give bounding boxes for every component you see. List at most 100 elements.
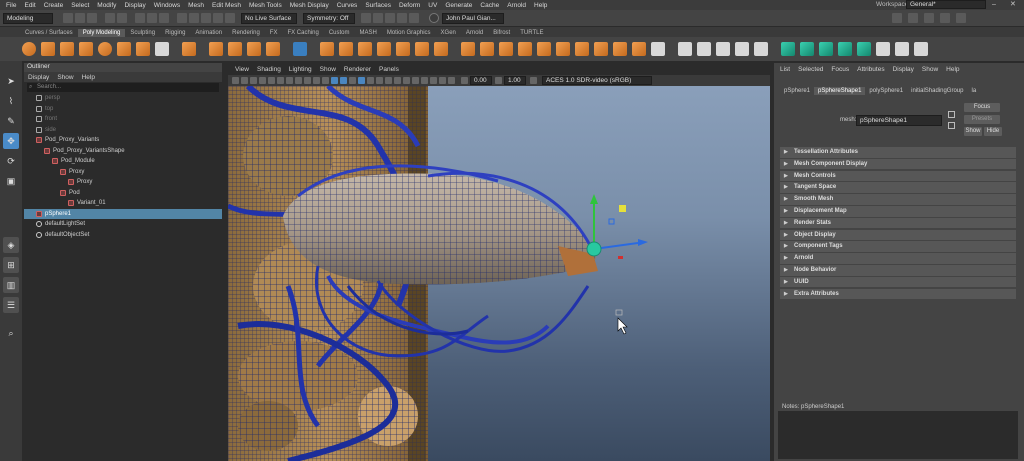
field-chart-icon[interactable] — [304, 77, 311, 84]
ae-section-mesh-controls[interactable]: Mesh Controls — [780, 170, 1016, 182]
history-icon[interactable] — [361, 13, 371, 23]
wireframe-icon[interactable] — [331, 77, 338, 84]
tools-icon[interactable] — [914, 42, 928, 56]
view-transform-select[interactable]: ACES 1.0 SDR-video (sRGB) — [542, 76, 652, 85]
new-scene-icon[interactable] — [63, 13, 73, 23]
poly-sphere-icon[interactable] — [22, 42, 36, 56]
ae-section-render-stats[interactable]: Render Stats — [780, 217, 1016, 229]
menu-uv[interactable]: UV — [424, 2, 441, 9]
shelf-tab-fx[interactable]: FX — [265, 29, 283, 37]
safe-title-icon[interactable] — [322, 77, 329, 84]
poke-icon[interactable] — [499, 42, 513, 56]
render-icon[interactable] — [373, 13, 383, 23]
poly-disc-icon[interactable] — [136, 42, 150, 56]
combine-icon[interactable] — [209, 42, 223, 56]
shelf-tab-rigging[interactable]: Rigging — [160, 29, 190, 37]
rotate-tool-icon[interactable]: ⟳ — [3, 153, 19, 169]
anti-aliasing-icon[interactable] — [403, 77, 410, 84]
menu-curves[interactable]: Curves — [333, 2, 362, 9]
ambient-occlusion-icon[interactable] — [385, 77, 392, 84]
menu-edit-mesh[interactable]: Edit Mesh — [208, 2, 245, 9]
ae-tab-psphere1[interactable]: pSphere1 — [780, 87, 814, 95]
four-pane-layout-icon[interactable]: ⊞ — [3, 257, 19, 273]
snap-surface-icon[interactable] — [225, 13, 235, 23]
ae-section-node-behavior[interactable]: Node Behavior — [780, 265, 1016, 276]
undo-icon[interactable] — [105, 13, 115, 23]
focus-button[interactable]: Focus — [964, 103, 1000, 112]
outliner-layout-icon[interactable]: ☰ — [3, 297, 19, 313]
ae-section-smooth-mesh[interactable]: Smooth Mesh — [780, 194, 1016, 205]
outliner-row[interactable]: Variant_01 — [24, 198, 222, 209]
checker-icon[interactable] — [876, 42, 890, 56]
mode-selector[interactable]: Modeling — [3, 12, 53, 24]
menu-modify[interactable]: Modify — [93, 2, 120, 9]
window-close-icon[interactable]: ✕ — [1010, 0, 1018, 8]
menu-select[interactable]: Select — [67, 2, 93, 9]
shelf-tab-arnold[interactable]: Arnold — [461, 29, 488, 37]
ae-menu-focus[interactable]: Focus — [827, 66, 853, 73]
outliner-row[interactable]: side — [24, 125, 222, 136]
mirror-icon[interactable] — [293, 42, 307, 56]
ae-menu-display[interactable]: Display — [889, 66, 918, 73]
menu-mesh[interactable]: Mesh — [184, 2, 208, 9]
hypershade-icon[interactable] — [409, 13, 419, 23]
hide-button[interactable]: Hide — [984, 127, 1002, 136]
outliner-row[interactable]: Pod_Proxy_Variants — [24, 135, 222, 146]
ae-section-mesh-component-display[interactable]: Mesh Component Display — [780, 158, 1016, 170]
save-scene-icon[interactable] — [87, 13, 97, 23]
shadows-icon[interactable] — [376, 77, 383, 84]
lasso-tool-icon[interactable]: ⌇ — [3, 93, 19, 109]
mash-distribute-icon[interactable] — [800, 42, 814, 56]
fill-hole-icon[interactable] — [377, 42, 391, 56]
zoom-tool-icon[interactable]: ⌕ — [3, 325, 19, 341]
presets-button[interactable]: Presets — [964, 115, 1000, 124]
3d-viewport[interactable] — [228, 86, 770, 461]
image-plane-icon[interactable] — [259, 77, 266, 84]
outliner-menu-help[interactable]: Help — [78, 74, 99, 81]
depth-of-field-icon[interactable] — [412, 77, 419, 84]
gamma-field[interactable]: 1.00 — [504, 76, 526, 85]
textured-icon[interactable] — [358, 77, 365, 84]
smooth-icon[interactable] — [247, 42, 261, 56]
outliner-row[interactable]: pSphere1 — [24, 208, 222, 219]
collapse-icon[interactable] — [556, 42, 570, 56]
menu-edit[interactable]: Edit — [20, 2, 39, 9]
super-shape-icon[interactable] — [182, 42, 196, 56]
select-camera-icon[interactable] — [232, 77, 239, 84]
smooth-shade-icon[interactable] — [340, 77, 347, 84]
menu-file[interactable]: File — [2, 2, 20, 9]
menu-help[interactable]: Help — [530, 2, 551, 9]
shelf-tab-custom[interactable]: Custom — [324, 29, 355, 37]
menu-display[interactable]: Display — [120, 2, 149, 9]
grid-toggle-icon[interactable] — [268, 77, 275, 84]
relax-icon[interactable] — [754, 42, 768, 56]
ae-tab-polysphere1[interactable]: polySphere1 — [865, 87, 907, 95]
move-tool-icon[interactable]: ✥ — [3, 133, 19, 149]
viewport-menu-panels[interactable]: Panels — [375, 66, 403, 73]
symmetry-selector[interactable]: Symmetry: Off — [303, 12, 355, 24]
safe-action-icon[interactable] — [313, 77, 320, 84]
poly-torus-icon[interactable] — [98, 42, 112, 56]
ipr-icon[interactable] — [385, 13, 395, 23]
mash-repro-icon[interactable] — [838, 42, 852, 56]
sign-in-icon[interactable] — [429, 13, 439, 23]
menu-mesh-display[interactable]: Mesh Display — [286, 2, 333, 9]
boolean-icon[interactable] — [266, 42, 280, 56]
connect-icon[interactable] — [575, 42, 589, 56]
render-settings-icon[interactable] — [397, 13, 407, 23]
single-pane-layout-icon[interactable]: ◈ — [3, 237, 19, 253]
quad-draw-icon[interactable] — [735, 42, 749, 56]
outliner-row[interactable]: Proxy — [24, 177, 222, 188]
shelf-tab-xgen[interactable]: XGen — [436, 29, 461, 37]
xray-joints-icon[interactable] — [439, 77, 446, 84]
menu-windows[interactable]: Windows — [150, 2, 184, 9]
exposure-field[interactable]: 0.00 — [470, 76, 492, 85]
notes-textarea[interactable] — [778, 411, 1018, 459]
menu-cache[interactable]: Cache — [476, 2, 503, 9]
channel-box-icon[interactable] — [956, 13, 966, 23]
select-object-icon[interactable] — [147, 13, 157, 23]
platonic-solid-icon[interactable] — [155, 42, 169, 56]
paint-select-icon[interactable] — [716, 42, 730, 56]
multi-cut-icon[interactable] — [415, 42, 429, 56]
ae-section-extra-attributes[interactable]: Extra Attributes — [780, 288, 1016, 300]
